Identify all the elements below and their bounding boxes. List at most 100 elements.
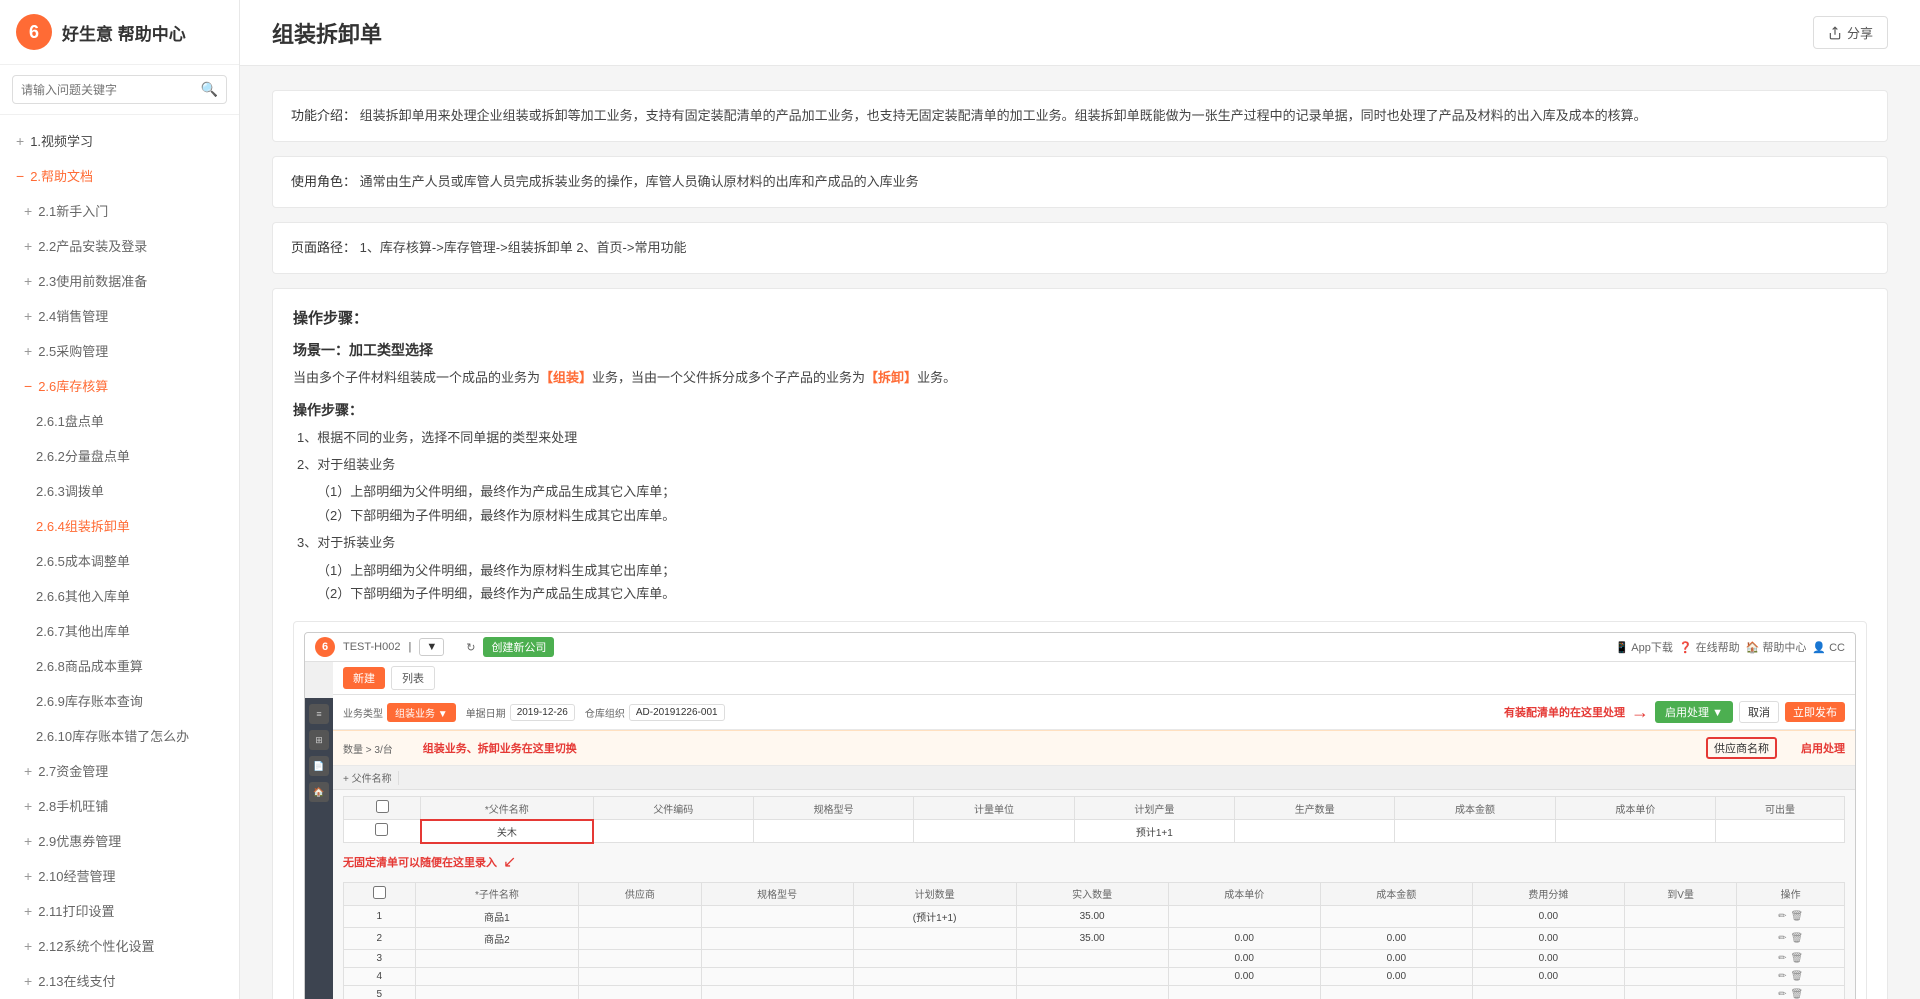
sidebar-item-payment[interactable]: + 2.13在线支付: [0, 963, 239, 998]
sidebar-item-otherin[interactable]: 2.6.6其他入库单: [0, 578, 239, 613]
ops-section: 操作步骤： 场景一：加工类型选择 当由多个子件材料组装成一个成品的业务为【组装】…: [272, 288, 1888, 999]
share-button[interactable]: 分享: [1813, 16, 1888, 49]
sidebar-item-subdiv[interactable]: 2.6.2分量盘点单: [0, 438, 239, 473]
sidebar-item-purchase[interactable]: + 2.5采购管理: [0, 333, 239, 368]
delete-icon[interactable]: 🗑: [1790, 953, 1803, 964]
lth-spec: 规格型号: [701, 882, 853, 905]
lth-alloc: 费用分摊: [1472, 882, 1624, 905]
list-tab[interactable]: 列表: [391, 666, 435, 690]
sidebar-icon-4[interactable]: 🏠: [309, 782, 329, 802]
step2-sub2: （2）下部明细为子件明细，最终作为原材料生成其它出库单。: [293, 504, 1867, 527]
td-cost-amt: [1395, 820, 1555, 843]
sidebar-icon-2[interactable]: ⊞: [309, 730, 329, 750]
role-block: 使用角色： 通常由生产人员或库管人员完成拆装业务的操作，库管人员确认原材料的出库…: [272, 156, 1888, 208]
sidebar-item-newbie[interactable]: + 2.1新手入门: [0, 193, 239, 228]
delete-icon[interactable]: 🗑: [1790, 989, 1803, 999]
sidebar-item-coupon[interactable]: + 2.9优惠券管理: [0, 823, 239, 858]
sidebar-icon-1[interactable]: ≡: [309, 704, 329, 724]
sidebar-item-sysconfig[interactable]: + 2.12系统个性化设置: [0, 928, 239, 963]
ltd-spec: [701, 905, 853, 927]
edit-icon[interactable]: ✏: [1778, 911, 1786, 922]
delete-icon[interactable]: 🗑: [1790, 911, 1803, 922]
search-button[interactable]: 🔍: [201, 81, 218, 98]
app-download-icon[interactable]: 📱 App下载: [1615, 639, 1673, 655]
type-label: 业务类型: [343, 705, 383, 720]
sidebar-item-stockquery[interactable]: 2.6.9库存账本查询: [0, 683, 239, 718]
edit-icon[interactable]: ✏: [1778, 989, 1786, 999]
ltd-seq: 2: [344, 927, 416, 949]
sidebar-item-capital[interactable]: + 2.7资金管理: [0, 753, 239, 788]
org-input[interactable]: 供应商名称: [1706, 737, 1777, 759]
expand-icon: +: [24, 203, 32, 219]
ltd-seq: 1: [344, 905, 416, 927]
org-value[interactable]: AD-20191226-001: [629, 704, 725, 721]
help-center-icon[interactable]: 🏠 帮助中心: [1746, 639, 1807, 655]
sidebar-item-docs[interactable]: − 2.帮助文档: [0, 158, 239, 193]
cancel-btn[interactable]: 取消: [1739, 701, 1779, 723]
ltd-actual-qty: 35.00: [1016, 905, 1168, 927]
sidebar-item-stockerror[interactable]: 2.6.10库存账本错了怎么办: [0, 718, 239, 753]
app-tab-bar: 新建 列表: [333, 662, 1855, 695]
sidebar-item-sales[interactable]: + 2.4销售管理: [0, 298, 239, 333]
sidebar-item-mobile[interactable]: + 2.8手机旺铺: [0, 788, 239, 823]
confirm-btn[interactable]: 立即发布: [1785, 702, 1845, 722]
ltd-ops: ✏🗑: [1737, 949, 1845, 967]
select-all-checkbox[interactable]: [376, 800, 389, 813]
add-row-label: + 父件名称: [343, 770, 392, 785]
sidebar-icon-3[interactable]: 📄: [309, 756, 329, 776]
edit-icon[interactable]: ✏: [1778, 933, 1786, 944]
app-separator: |: [408, 641, 411, 653]
delete-icon[interactable]: 🗑: [1790, 933, 1803, 944]
sidebar-item-assemble[interactable]: 2.6.4组装拆卸单: [0, 508, 239, 543]
expand-icon: +: [24, 273, 32, 289]
edit-icon[interactable]: ✏: [1778, 953, 1786, 964]
role-label: 使用角色：: [291, 174, 356, 189]
sidebar-item-costcalc[interactable]: 2.6.8商品成本重算: [0, 648, 239, 683]
lth-cost-amt: 成本金额: [1320, 882, 1472, 905]
new-tab[interactable]: 新建: [343, 667, 385, 689]
online-help-icon[interactable]: ❓ 在线帮助: [1679, 639, 1740, 655]
sidebar-item-video[interactable]: + 1.视频学习: [0, 123, 239, 158]
lower-select-all[interactable]: [373, 886, 386, 899]
expand-icon: +: [24, 903, 32, 919]
app-icon-refresh[interactable]: ↻: [466, 641, 475, 654]
row-checkbox[interactable]: [375, 823, 388, 836]
ltd-seq: 3: [344, 949, 416, 967]
intro-block: 功能介绍： 组装拆卸单用来处理企业组装或拆卸等加工业务，支持有固定装配清单的产品…: [272, 90, 1888, 142]
sidebar-item-print[interactable]: + 2.11打印设置: [0, 893, 239, 928]
edit-icon[interactable]: ✏: [1778, 971, 1786, 982]
ltd-name: 商品1: [415, 905, 579, 927]
activate-button[interactable]: 启用处理 ▼: [1655, 701, 1733, 723]
path-text: 1、库存核算->库存管理->组装拆卸单 2、首页->常用功能: [360, 240, 687, 255]
sidebar-item-install[interactable]: + 2.2产品安装及登录: [0, 228, 239, 263]
sidebar-item-otherout[interactable]: 2.6.7其他出库单: [0, 613, 239, 648]
ltd-alloc: 0.00: [1472, 949, 1624, 967]
ltd-plan-qty: [853, 927, 1016, 949]
ltd-cost-price: 0.00: [1168, 967, 1320, 985]
td-parent-name[interactable]: 关木: [421, 820, 594, 843]
app-dropdown[interactable]: ▼: [419, 638, 444, 656]
date-label: 单据日期: [466, 705, 506, 720]
ltd-ops: ✏🗑: [1737, 985, 1845, 999]
date-value[interactable]: 2019-12-26: [510, 704, 575, 721]
app-main-content: 新建 列表 业务类型 组装业务 ▼: [333, 662, 1855, 999]
sidebar-item-costadjust[interactable]: 2.6.5成本调整单: [0, 543, 239, 578]
user-icon[interactable]: 👤 CC: [1812, 641, 1845, 654]
td-plan-qty: 预计1+1: [1074, 820, 1234, 843]
sidebar-item-prepare[interactable]: + 2.3使用前数据准备: [0, 263, 239, 298]
secondary-form-bar: 数量 > 3/台 组装业务、拆卸业务在这里切换 供应商名称 启用处理: [333, 730, 1855, 766]
ltd-supplier: [579, 927, 701, 949]
business-type-value[interactable]: 组装业务 ▼: [387, 703, 456, 722]
sidebar-item-transfer[interactable]: 2.6.3调拨单: [0, 473, 239, 508]
expand-icon: +: [24, 238, 32, 254]
sidebar-item-ops[interactable]: + 2.10经营管理: [0, 858, 239, 893]
sidebar-item-inventory[interactable]: − 2.6库存核算: [0, 368, 239, 403]
td-spec: [753, 820, 913, 843]
sidebar-item-stocktake[interactable]: 2.6.1盘点单: [0, 403, 239, 438]
new-company-button[interactable]: 创建新公司: [483, 637, 554, 657]
lth-ops: 操作: [1737, 882, 1845, 905]
search-input[interactable]: [21, 83, 201, 97]
notice-text: 有装配清单的在这里处理: [1504, 704, 1625, 720]
td-unit: [914, 820, 1074, 843]
delete-icon[interactable]: 🗑: [1790, 971, 1803, 982]
